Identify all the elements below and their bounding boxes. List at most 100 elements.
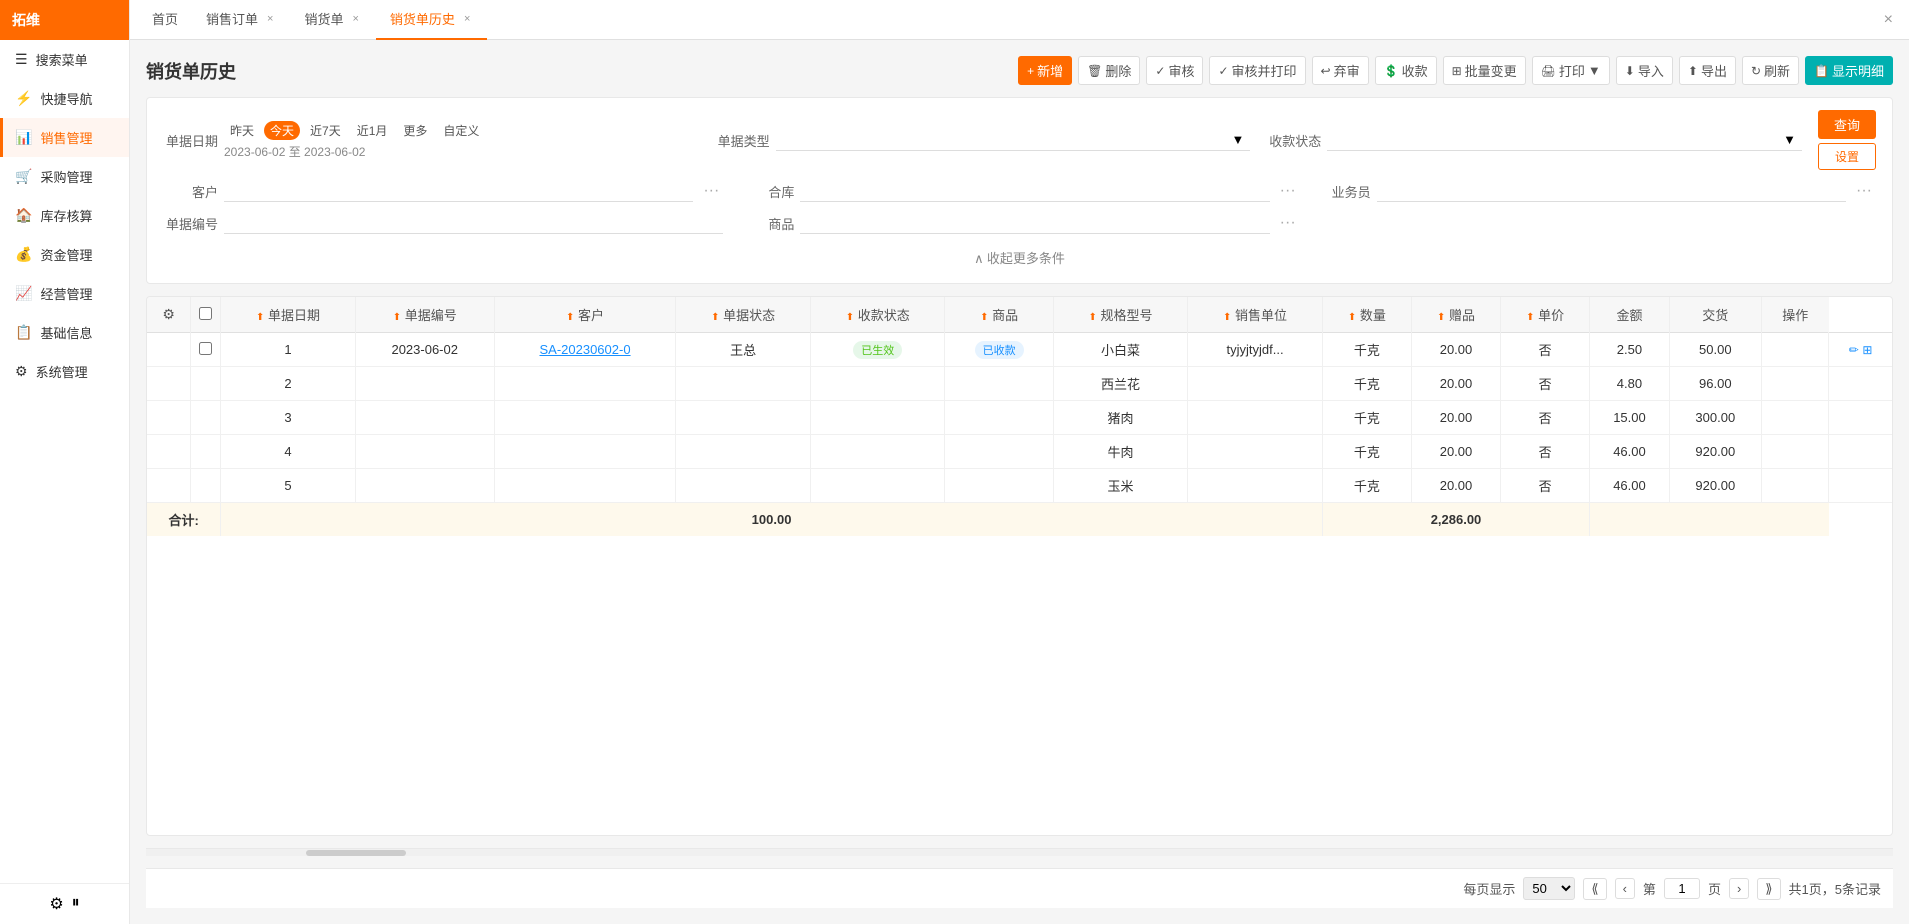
row-gift: 否 xyxy=(1501,469,1590,503)
filter-staff-dots[interactable]: ··· xyxy=(1852,182,1876,200)
filter-doctype-select[interactable]: ▼ xyxy=(776,129,1251,151)
export-icon: ⬆ xyxy=(1688,64,1698,78)
filter-receive-status-select[interactable]: ▼ xyxy=(1327,129,1802,151)
row-select-checkbox[interactable] xyxy=(199,342,212,355)
filter-customer-dots[interactable]: ··· xyxy=(699,182,723,200)
row-docnumber[interactable] xyxy=(494,367,676,401)
row-docnumber[interactable] xyxy=(494,469,676,503)
gear-column-icon[interactable]: ⚙ xyxy=(162,306,175,322)
sidebar-settings-icon[interactable]: ⚙ xyxy=(49,894,63,914)
date-shortcut-custom[interactable]: 自定义 xyxy=(437,121,485,140)
tab-home[interactable]: 首页 xyxy=(138,0,192,40)
row-checkbox[interactable] xyxy=(191,333,221,367)
date-shortcut-yesterday[interactable]: 昨天 xyxy=(224,121,260,140)
page-number-input[interactable]: 1 xyxy=(1664,878,1700,899)
discard-button[interactable]: ↩ 弃审 xyxy=(1312,56,1369,85)
row-gear xyxy=(147,333,191,367)
th-gift[interactable]: ⬆ 赠品 xyxy=(1411,297,1500,333)
row-docnumber[interactable]: SA-20230602-0 xyxy=(494,333,676,367)
delete-button[interactable]: 🗑 删除 xyxy=(1078,56,1140,85)
table-row: 1 2023-06-02 SA-20230602-0 王总 已生效 已收款 小白… xyxy=(147,333,1892,367)
th-docstatus[interactable]: ⬆ 单据状态 xyxy=(676,297,811,333)
tab-sales-delivery[interactable]: 销货单 × xyxy=(290,0,375,40)
date-shortcut-more[interactable]: 更多 xyxy=(397,121,433,140)
print-button[interactable]: 🖨 打印 ▼ xyxy=(1532,56,1610,85)
filter-date-item: 单据日期 昨天 今天 近7天 近1月 更多 自定义 2023-06-02 至 2… xyxy=(163,121,699,160)
filter-staff-input[interactable] xyxy=(1377,180,1846,202)
th-quantity[interactable]: ⬆ 数量 xyxy=(1322,297,1411,333)
row-docnumber[interactable] xyxy=(494,435,676,469)
filter-goods-dots[interactable]: ··· xyxy=(1276,214,1300,232)
sidebar-item-basic-info[interactable]: 📋 基础信息 xyxy=(0,313,129,352)
tab-bar-close-all[interactable]: × xyxy=(1876,11,1901,29)
next-page-button[interactable]: › xyxy=(1729,878,1749,899)
show-detail-button[interactable]: 📋 显示明细 xyxy=(1805,56,1893,85)
sidebar-item-inventory[interactable]: 🏠 库存核算 xyxy=(0,196,129,235)
export-button[interactable]: ⬆ 导出 xyxy=(1679,56,1736,85)
filter-docnumber-input[interactable] xyxy=(224,212,723,234)
sidebar-item-search-menu[interactable]: ☰ 搜索菜单 xyxy=(0,40,129,79)
system-mgmt-icon: ⚙ xyxy=(15,363,28,380)
receive-button[interactable]: 💲 收款 xyxy=(1375,56,1437,85)
tab-sales-order[interactable]: 销售订单 × xyxy=(192,0,290,40)
edit-action[interactable]: ✏ xyxy=(1849,343,1859,357)
per-page-select[interactable]: 50 100 200 xyxy=(1523,877,1575,900)
filter-customer-input[interactable] xyxy=(224,180,693,202)
th-unit[interactable]: ⬆ 销售单位 xyxy=(1188,297,1323,333)
th-unitprice[interactable]: ⬆ 单价 xyxy=(1501,297,1590,333)
date-shortcut-7days[interactable]: 近7天 xyxy=(304,121,347,140)
horizontal-scrollbar[interactable] xyxy=(146,848,1893,856)
sidebar-item-label: 资金管理 xyxy=(40,245,92,264)
query-button[interactable]: 查询 xyxy=(1818,110,1876,139)
tab-sales-history[interactable]: 销货单历史 × xyxy=(376,0,487,40)
last-page-button[interactable]: ⟫ xyxy=(1757,878,1780,900)
tab-sales-delivery-close[interactable]: × xyxy=(349,12,361,26)
tab-sales-history-close[interactable]: × xyxy=(461,12,473,26)
th-spec[interactable]: ⬆ 规格型号 xyxy=(1053,297,1188,333)
setting-button[interactable]: 设置 xyxy=(1818,143,1876,170)
import-button[interactable]: ⬇ 导入 xyxy=(1616,56,1673,85)
delete-icon: 🗑 xyxy=(1087,64,1102,78)
scrollbar-thumb[interactable] xyxy=(306,850,406,856)
prev-page-button[interactable]: ‹ xyxy=(1615,878,1635,899)
th-gear[interactable]: ⚙ xyxy=(147,297,191,333)
date-shortcut-today[interactable]: 今天 xyxy=(264,121,300,140)
select-all-checkbox[interactable] xyxy=(199,307,212,320)
add-icon: + xyxy=(1027,64,1034,78)
per-page-label: 每页显示 xyxy=(1463,879,1515,898)
filter-warehouse-input[interactable] xyxy=(800,180,1269,202)
row-customer xyxy=(676,435,811,469)
batch-change-button[interactable]: ⊞ 批量变更 xyxy=(1443,56,1526,85)
sidebar-item-purchase-mgmt[interactable]: 🛒 采购管理 xyxy=(0,157,129,196)
filter-warehouse-dots[interactable]: ··· xyxy=(1276,182,1300,200)
row-amount: 96.00 xyxy=(1669,367,1761,401)
row-checkbox[interactable] xyxy=(191,435,221,469)
th-date[interactable]: ⬆ 单据日期 xyxy=(221,297,356,333)
audit-print-button[interactable]: ✓ 审核并打印 xyxy=(1209,56,1305,85)
row-actions xyxy=(1829,435,1892,469)
date-shortcut-1month[interactable]: 近1月 xyxy=(351,121,394,140)
row-customer xyxy=(676,367,811,401)
row-checkbox[interactable] xyxy=(191,401,221,435)
th-docnumber[interactable]: ⬆ 单据编号 xyxy=(355,297,494,333)
sidebar-item-quick-nav[interactable]: ⚡ 快捷导航 xyxy=(0,79,129,118)
sidebar-item-finance-mgmt[interactable]: 💰 资金管理 xyxy=(0,235,129,274)
th-goods[interactable]: ⬆ 商品 xyxy=(945,297,1053,333)
tab-sales-order-close[interactable]: × xyxy=(264,12,276,26)
sidebar-item-operations-mgmt[interactable]: 📈 经营管理 xyxy=(0,274,129,313)
sidebar-item-system-mgmt[interactable]: ⚙ 系统管理 xyxy=(0,352,129,391)
sidebar-collapse-icon[interactable]: ⏸ xyxy=(72,894,80,914)
refresh-button[interactable]: ↻ 刷新 xyxy=(1742,56,1799,85)
row-docnumber[interactable] xyxy=(494,401,676,435)
add-button[interactable]: + 新增 xyxy=(1018,56,1072,85)
collapse-bar[interactable]: ∧ 收起更多条件 xyxy=(163,244,1876,271)
sidebar-item-sales-mgmt[interactable]: 📊 销售管理 xyxy=(0,118,129,157)
th-receivestatus[interactable]: ⬆ 收款状态 xyxy=(810,297,945,333)
row-checkbox[interactable] xyxy=(191,469,221,503)
filter-goods-input[interactable] xyxy=(800,212,1269,234)
first-page-button[interactable]: ⟪ xyxy=(1583,878,1606,900)
more-action[interactable]: ⊞ xyxy=(1862,343,1872,357)
row-checkbox[interactable] xyxy=(191,367,221,401)
audit-button[interactable]: ✓ 审核 xyxy=(1146,56,1203,85)
th-customer[interactable]: ⬆ 客户 xyxy=(494,297,676,333)
